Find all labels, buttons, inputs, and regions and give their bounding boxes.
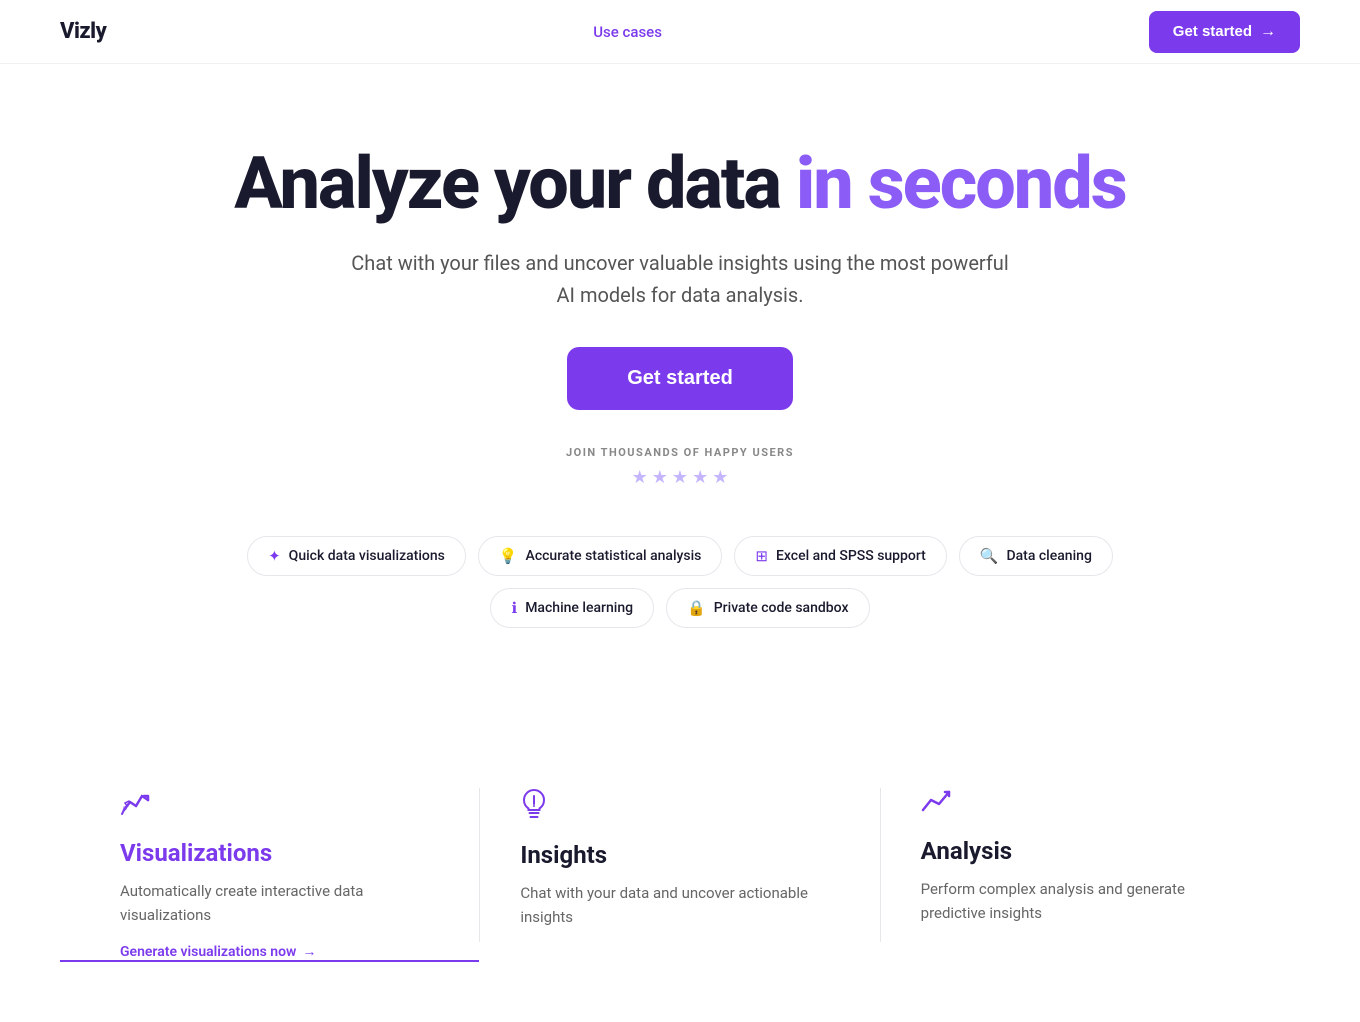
pill-label: Private code sandbox: [714, 600, 849, 616]
lock-icon: 🔒: [687, 599, 706, 617]
feature-visualizations: Visualizations Automatically create inte…: [60, 768, 479, 962]
logo: Vizly: [60, 19, 106, 44]
nav-links: Use cases: [593, 23, 662, 41]
hero-title: Analyze your data in seconds: [60, 144, 1300, 223]
visualizations-title: Visualizations: [120, 839, 439, 867]
search-icon: 🔍: [980, 547, 999, 565]
pill-machine-learning[interactable]: ℹ Machine learning: [490, 588, 654, 628]
insights-desc: Chat with your data and uncover actionab…: [520, 881, 839, 929]
pill-private-sandbox[interactable]: 🔒 Private code sandbox: [666, 588, 869, 628]
pill-label: Data cleaning: [1007, 548, 1092, 564]
pill-quick-visualizations[interactable]: ✦ Quick data visualizations: [247, 536, 466, 576]
visualizations-desc: Automatically create interactive data vi…: [120, 879, 439, 927]
arrow-icon: →: [1260, 23, 1276, 41]
features-section: Visualizations Automatically create inte…: [0, 748, 1360, 1022]
info-icon: ℹ: [511, 599, 517, 617]
hero-section: Analyze your data in seconds Chat with y…: [0, 64, 1360, 748]
pill-excel-spss[interactable]: ⊞ Excel and SPSS support: [734, 536, 946, 576]
pill-data-cleaning[interactable]: 🔍 Data cleaning: [959, 536, 1113, 576]
hero-title-part1: Analyze your data: [234, 141, 780, 226]
analysis-desc: Perform complex analysis and generate pr…: [921, 877, 1240, 925]
star-4: ★: [692, 467, 708, 488]
insights-icon: [520, 788, 839, 827]
analysis-icon: [921, 788, 1240, 823]
analysis-title: Analysis: [921, 837, 1240, 865]
hero-title-part2: in seconds: [796, 141, 1126, 226]
feature-analysis: Analysis Perform complex analysis and ge…: [881, 768, 1300, 962]
social-proof: JOIN THOUSANDS OF HAPPY USERS ★ ★ ★ ★ ★: [60, 446, 1300, 488]
pill-label: Machine learning: [525, 600, 633, 616]
star-1: ★: [632, 467, 648, 488]
hero-get-started-button[interactable]: Get started: [567, 347, 793, 410]
sparkle-icon: ✦: [268, 547, 281, 565]
pill-label: Quick data visualizations: [289, 548, 445, 564]
star-2: ★: [652, 467, 668, 488]
feature-pills: ✦ Quick data visualizations 💡 Accurate s…: [230, 536, 1130, 628]
nav-get-started-button[interactable]: Get started →: [1149, 11, 1300, 53]
star-5: ★: [712, 467, 728, 488]
visualizations-icon: [120, 788, 439, 825]
feature-insights: Insights Chat with your data and uncover…: [480, 768, 879, 962]
social-proof-text: JOIN THOUSANDS OF HAPPY USERS: [566, 446, 794, 459]
hero-subtitle: Chat with your files and uncover valuabl…: [340, 247, 1020, 311]
bulb-icon: 💡: [499, 547, 518, 565]
nav-link-use-cases[interactable]: Use cases: [593, 23, 662, 41]
visualizations-link[interactable]: Generate visualizations now →: [120, 943, 439, 960]
arrow-icon: →: [302, 943, 316, 960]
insights-title: Insights: [520, 841, 839, 869]
grid-icon: ⊞: [755, 547, 768, 565]
pill-label: Excel and SPSS support: [776, 548, 926, 564]
pill-statistical-analysis[interactable]: 💡 Accurate statistical analysis: [478, 536, 723, 576]
stars: ★ ★ ★ ★ ★: [632, 467, 729, 488]
pill-label: Accurate statistical analysis: [526, 548, 702, 564]
navbar: Vizly Use cases Get started →: [0, 0, 1360, 64]
star-3: ★: [672, 467, 688, 488]
